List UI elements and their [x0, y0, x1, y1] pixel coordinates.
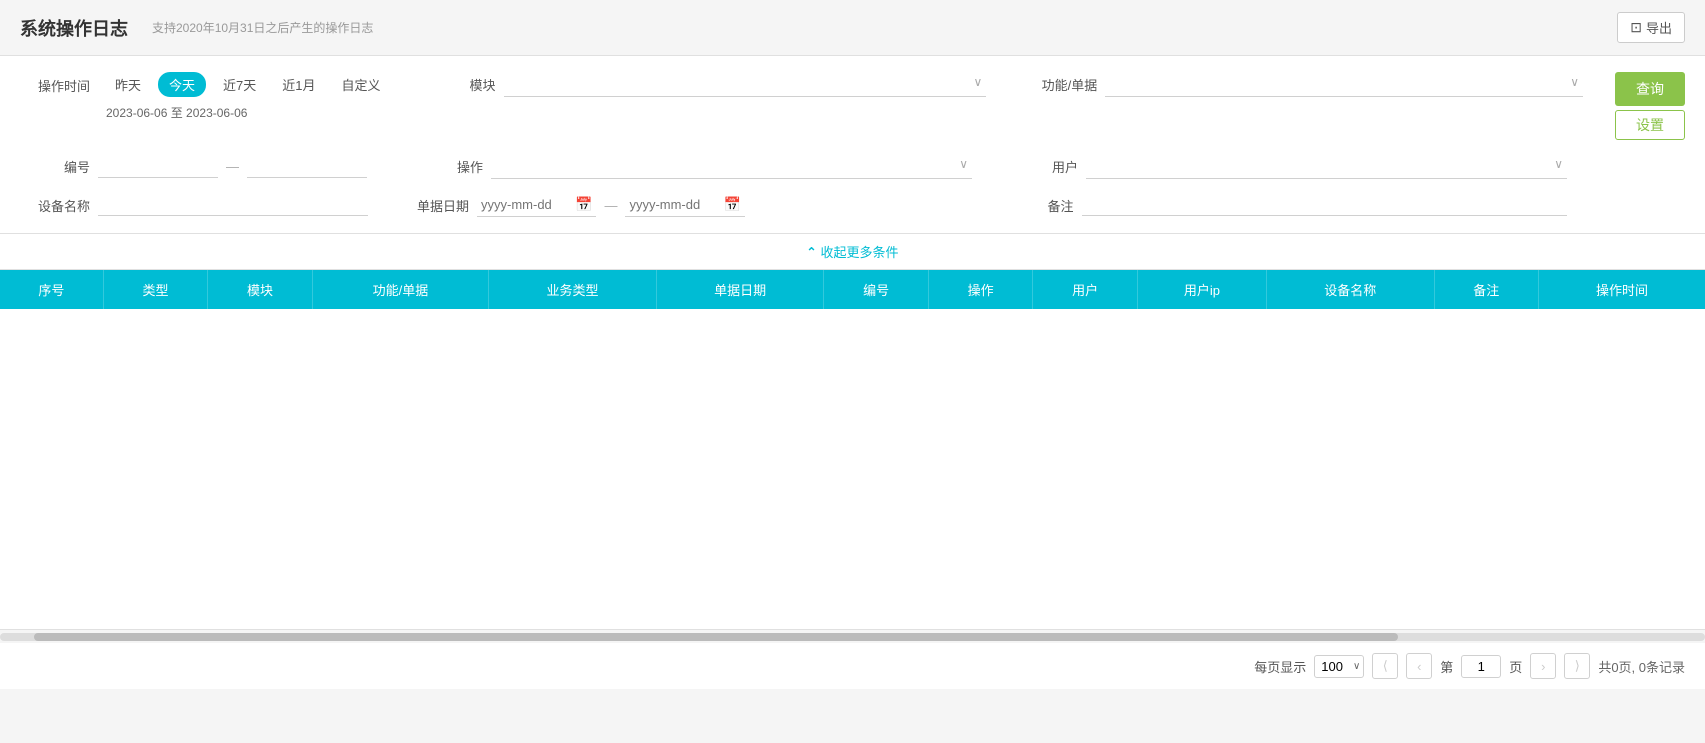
col-user: 用户 [1033, 270, 1137, 309]
export-icon: ⊡ [1630, 19, 1642, 36]
data-table: 序号 类型 模块 功能/单据 业务类型 单据日期 编号 操作 用户 用户ip 设… [0, 270, 1705, 309]
filter-section: 操作时间 昨天 今天 近7天 近1月 自定义 2023-06-06 至 2023… [0, 56, 1705, 234]
horizontal-scrollbar[interactable] [0, 629, 1705, 643]
page-size-wrapper: 100 50 200 ∨ [1314, 655, 1364, 678]
doc-date-start[interactable]: 📅 [477, 193, 596, 217]
action-buttons: 查询 设置 [1615, 72, 1685, 140]
code-input-start[interactable] [98, 156, 218, 178]
col-biz-type: 业务类型 [489, 270, 657, 309]
pagination: 每页显示 100 50 200 ∨ ⟨ ‹ 第 页 › ⟩ 共0页, 0条记录 [0, 643, 1705, 689]
device-label: 设备名称 [20, 196, 90, 215]
settings-button[interactable]: 设置 [1615, 110, 1685, 140]
collapse-icon: ⌃ [806, 245, 816, 259]
page-title: 系统操作日志 [20, 15, 128, 41]
time-options: 昨天 今天 近7天 近1月 自定义 [106, 72, 390, 97]
collapse-label: 收起更多条件 [821, 242, 899, 261]
page-first-button[interactable]: ⟨ [1372, 653, 1398, 679]
function-chevron-icon: ∨ [1570, 75, 1579, 93]
function-select[interactable]: ∨ [1105, 72, 1583, 97]
user-value [1090, 157, 1543, 175]
query-button[interactable]: 查询 [1615, 72, 1685, 106]
export-button[interactable]: ⊡ 导出 [1617, 12, 1685, 43]
user-label: 用户 [1008, 157, 1078, 176]
empty-data-area [0, 309, 1705, 629]
col-type: 类型 [103, 270, 207, 309]
collapse-bar[interactable]: ⌃ 收起更多条件 [0, 234, 1705, 270]
col-doc-date: 单据日期 [656, 270, 824, 309]
code-label: 编号 [20, 157, 90, 176]
col-index: 序号 [0, 270, 103, 309]
col-remark: 备注 [1434, 270, 1538, 309]
module-select[interactable]: ∨ [504, 72, 987, 97]
device-input[interactable] [98, 194, 368, 216]
module-chevron-icon: ∨ [973, 75, 982, 93]
total-info: 共0页, 0条记录 [1598, 657, 1685, 676]
scrollbar-thumb[interactable] [34, 633, 1398, 641]
col-user-ip: 用户ip [1137, 270, 1266, 309]
export-label: 导出 [1646, 18, 1672, 37]
time-btn-today[interactable]: 今天 [158, 72, 206, 97]
date-range-display: 2023-06-06 至 2023-06-06 [106, 104, 390, 121]
table-header-row: 序号 类型 模块 功能/单据 业务类型 单据日期 编号 操作 用户 用户ip 设… [0, 270, 1705, 309]
time-label: 操作时间 [20, 76, 90, 95]
scrollbar-track [0, 633, 1705, 641]
col-function: 功能/单据 [312, 270, 488, 309]
user-select[interactable]: ∨ [1086, 154, 1567, 179]
doc-date-start-input[interactable] [481, 197, 571, 212]
time-btn-yesterday[interactable]: 昨天 [106, 72, 150, 97]
page-last-button[interactable]: ⟩ [1564, 653, 1590, 679]
doc-date-end[interactable]: 📅 [625, 193, 744, 217]
operation-chevron-icon: ∨ [959, 157, 968, 175]
page-suffix: 页 [1509, 657, 1522, 676]
col-operation: 操作 [928, 270, 1032, 309]
remark-input[interactable] [1082, 194, 1568, 216]
calendar-start-icon[interactable]: 📅 [575, 196, 592, 213]
doc-date-label: 单据日期 [404, 196, 469, 215]
module-value [508, 75, 963, 93]
calendar-end-icon[interactable]: 📅 [723, 196, 740, 213]
code-input-end[interactable] [247, 156, 367, 178]
col-code: 编号 [824, 270, 928, 309]
page-prev-button[interactable]: ‹ [1406, 653, 1432, 679]
time-btn-7days[interactable]: 近7天 [214, 72, 265, 97]
per-page-label: 每页显示 [1254, 657, 1306, 676]
remark-label: 备注 [1004, 196, 1074, 215]
col-op-time: 操作时间 [1539, 270, 1705, 309]
function-label: 功能/单据 [1022, 75, 1097, 94]
doc-date-end-input[interactable] [629, 197, 719, 212]
operation-label: 操作 [413, 157, 483, 176]
user-chevron-icon: ∨ [1554, 157, 1563, 175]
col-module: 模块 [208, 270, 312, 309]
time-btn-1month[interactable]: 近1月 [273, 72, 324, 97]
page-word: 第 [1440, 657, 1453, 676]
operation-select[interactable]: ∨ [491, 154, 972, 179]
col-device: 设备名称 [1266, 270, 1434, 309]
page-next-button[interactable]: › [1530, 653, 1556, 679]
module-label: 模块 [426, 75, 496, 94]
page-size-select[interactable]: 100 50 200 [1314, 655, 1364, 678]
code-dash: — [226, 159, 239, 174]
table-container: 序号 类型 模块 功能/单据 业务类型 单据日期 编号 操作 用户 用户ip 设… [0, 270, 1705, 629]
page-subtitle: 支持2020年10月31日之后产生的操作日志 [152, 19, 373, 36]
function-value [1109, 75, 1559, 93]
time-btn-custom[interactable]: 自定义 [333, 72, 390, 97]
page-header: 系统操作日志 支持2020年10月31日之后产生的操作日志 ⊡ 导出 [0, 0, 1705, 56]
page-number-input[interactable] [1461, 655, 1501, 678]
operation-value [495, 157, 948, 175]
